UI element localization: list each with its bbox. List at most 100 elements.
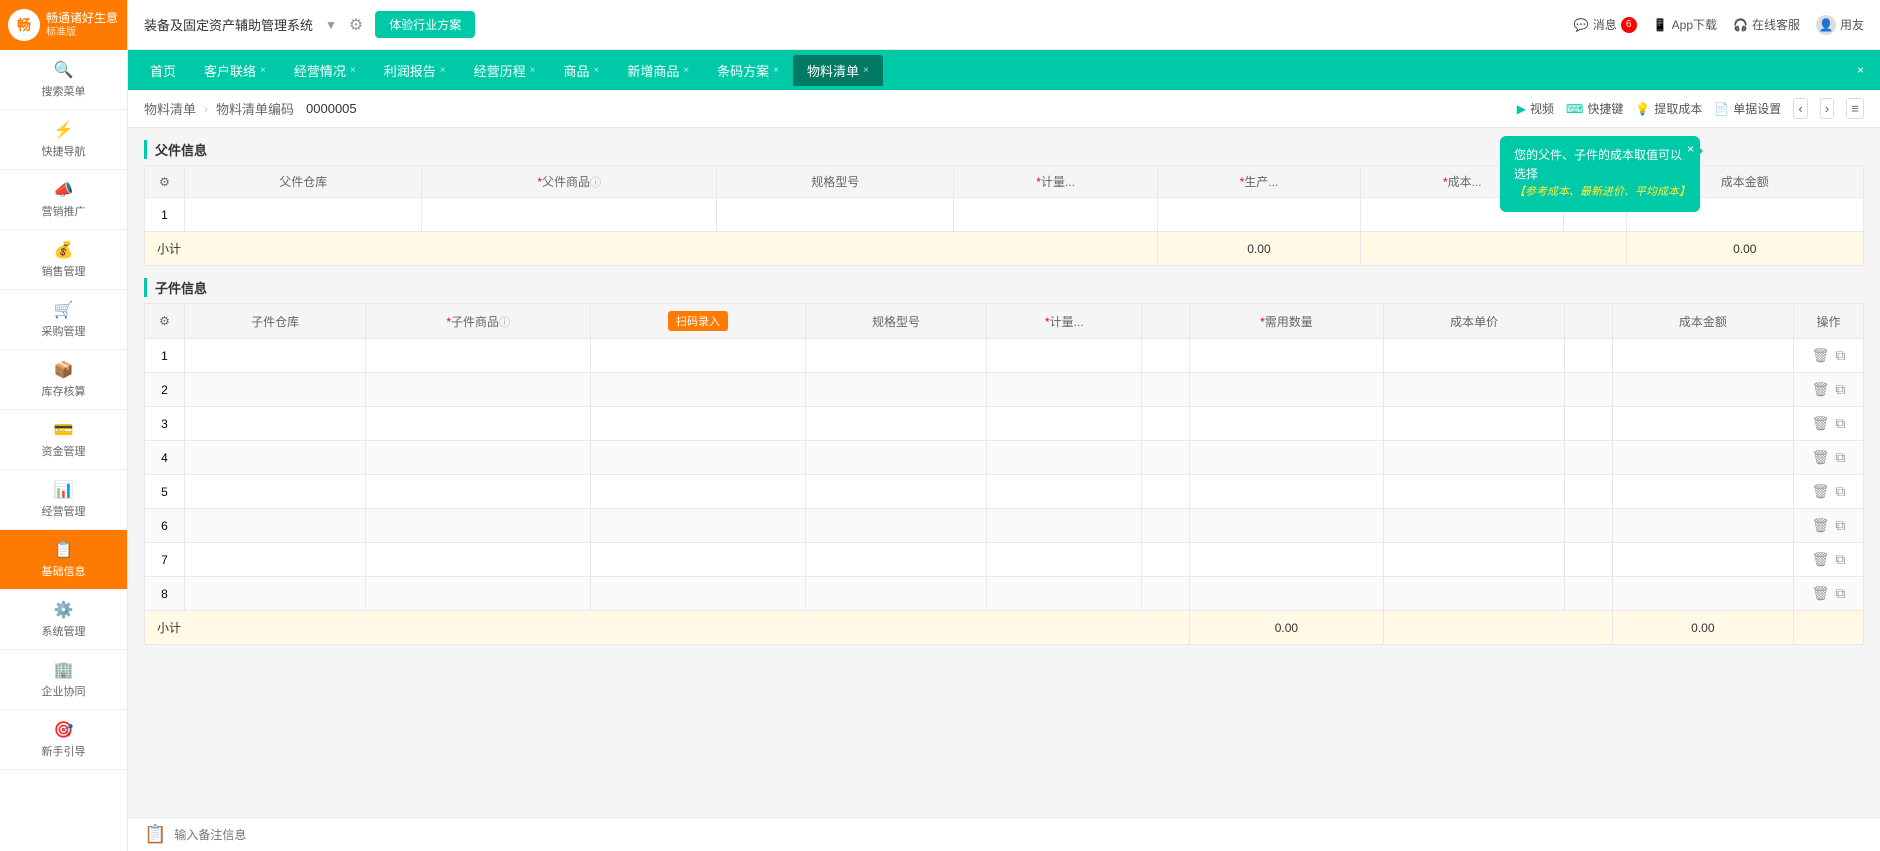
app-download-btn[interactable]: 📱 App下载 — [1653, 16, 1717, 33]
sidebar-item-purchase[interactable]: 🛒采购管理 — [0, 290, 127, 350]
tab-profit[interactable]: 利润报告× — [370, 55, 460, 86]
tab-barcode[interactable]: 条码方案× — [703, 55, 793, 86]
scan-input-btn[interactable]: 扫码录入 — [668, 311, 728, 331]
trial-btn[interactable]: 体验行业方案 — [375, 11, 475, 38]
copy-icon-8[interactable]: ⧉ — [1835, 585, 1845, 601]
copy-icon-3[interactable]: ⧉ — [1835, 415, 1845, 431]
parent-product-info-icon[interactable]: ⓘ — [590, 177, 601, 189]
bottom-icon: 📋 — [144, 824, 166, 845]
child-row-2-unit[interactable] — [987, 373, 1142, 407]
tab-product-close[interactable]: × — [593, 65, 599, 76]
sidebar-item-search[interactable]: 🔍搜索菜单 — [0, 50, 127, 110]
doc-settings-btn[interactable]: 📄单据设置 — [1714, 100, 1781, 117]
video-btn[interactable]: ▶视频 — [1517, 100, 1554, 117]
tab-profit-close[interactable]: × — [440, 65, 446, 76]
top-header: 装备及固定资产辅助管理系统 ▼ ⚙ 体验行业方案 💬 消息 6 📱 App下载 … — [128, 0, 1880, 50]
system-title: 装备及固定资产辅助管理系统 — [144, 15, 313, 34]
tab-product[interactable]: 商品× — [549, 55, 613, 86]
tooltip-close-btn[interactable]: × — [1687, 140, 1694, 159]
tab-operations[interactable]: 经营情况× — [280, 55, 370, 86]
parent-col-settings[interactable]: ⚙ — [145, 166, 185, 198]
child-col-spec: 规格型号 — [805, 304, 986, 339]
parent-row-1-warehouse[interactable] — [185, 198, 422, 232]
sidebar-item-basicinfo[interactable]: 📋基础信息 — [0, 530, 127, 590]
sidebar-item-quicknav[interactable]: ⚡快捷导航 — [0, 110, 127, 170]
copy-icon-6[interactable]: ⧉ — [1835, 517, 1845, 533]
tab-customer-close[interactable]: × — [260, 65, 266, 76]
finance-icon: 💳 — [54, 420, 74, 440]
prev-btn[interactable]: ‹ — [1793, 98, 1807, 119]
copy-icon-4[interactable]: ⧉ — [1835, 449, 1845, 465]
avatar-icon: 👤 — [1816, 15, 1836, 35]
copy-icon-2[interactable]: ⧉ — [1835, 381, 1845, 397]
header-left: 装备及固定资产辅助管理系统 ▼ ⚙ 体验行业方案 — [144, 11, 475, 38]
copy-icon[interactable]: ⧉ — [1835, 347, 1845, 363]
child-col-settings[interactable]: ⚙ — [145, 304, 185, 339]
parent-row-1-unit[interactable] — [954, 198, 1157, 232]
child-row-2-wh[interactable] — [185, 373, 366, 407]
delete-icon-8[interactable]: 🗑 — [1812, 585, 1830, 601]
child-row-1-unit[interactable] — [987, 339, 1142, 373]
tab-history[interactable]: 经营历程× — [460, 55, 550, 86]
sidebar-item-enterprise[interactable]: 🏢企业协同 — [0, 650, 127, 710]
logo: 畅 畅通诸好生意 标准版 — [0, 0, 127, 50]
sidebar: 畅 畅通诸好生意 标准版 🔍搜索菜单 ⚡快捷导航 📣营销推广 💰销售管理 🛒采购… — [0, 0, 128, 851]
tab-bom[interactable]: 物料清单× — [793, 55, 883, 86]
delete-icon[interactable]: 🗑 — [1812, 347, 1830, 363]
delete-icon-6[interactable]: 🗑 — [1812, 517, 1830, 533]
sidebar-item-sales[interactable]: 💰销售管理 — [0, 230, 127, 290]
tab-barcode-close[interactable]: × — [773, 65, 779, 76]
remark-input[interactable] — [174, 828, 1864, 842]
delete-icon-4[interactable]: 🗑 — [1812, 449, 1830, 465]
child-row-1-wh[interactable] — [185, 339, 366, 373]
copy-icon-5[interactable]: ⧉ — [1835, 483, 1845, 499]
child-row-1-qty[interactable] — [1189, 339, 1383, 373]
tab-new-product[interactable]: 新增商品× — [613, 55, 703, 86]
delete-icon-7[interactable]: 🗑 — [1812, 551, 1830, 567]
shortcut-btn[interactable]: ⌨快捷键 — [1566, 100, 1623, 117]
gear-btn[interactable]: ⚙ — [349, 15, 363, 35]
parent-row-1-product[interactable] — [422, 198, 717, 232]
child-row-2-spec[interactable] — [805, 373, 986, 407]
parent-row-1-spec[interactable] — [717, 198, 954, 232]
delete-icon-5[interactable]: 🗑 — [1812, 483, 1830, 499]
breadcrumb-bom-list[interactable]: 物料清单 — [144, 99, 196, 118]
dropdown-icon[interactable]: ▼ — [325, 18, 337, 32]
delete-icon-2[interactable]: 🗑 — [1812, 381, 1830, 397]
tab-bom-close[interactable]: × — [863, 65, 869, 76]
sidebar-item-system[interactable]: ⚙️系统管理 — [0, 590, 127, 650]
tab-history-close[interactable]: × — [530, 65, 536, 76]
copy-icon-7[interactable]: ⧉ — [1835, 551, 1845, 567]
next-btn[interactable]: › — [1820, 98, 1834, 119]
delete-icon-3[interactable]: 🗑 — [1812, 415, 1830, 431]
sidebar-item-marketing[interactable]: 📣营销推广 — [0, 170, 127, 230]
sidebar-item-finance[interactable]: 💳资金管理 — [0, 410, 127, 470]
child-row-1-spec[interactable] — [805, 339, 986, 373]
extract-cost-btn[interactable]: 💡提取成本 — [1635, 100, 1702, 117]
child-row-1-unitcost[interactable] — [1384, 339, 1565, 373]
user-btn[interactable]: 👤 用友 — [1816, 15, 1864, 35]
sidebar-item-guide[interactable]: 🎯新手引导 — [0, 710, 127, 770]
search-icon: 🔍 — [54, 60, 74, 80]
menu-btn[interactable]: ≡ — [1846, 98, 1864, 119]
page-body: × 您的父件、子件的成本取值可以选择 【参考成本、最新进价、平均成本】 父件信息… — [128, 128, 1880, 817]
tab-customer[interactable]: 客户联络× — [190, 55, 280, 86]
child-row-1-product[interactable] — [366, 339, 591, 373]
parent-row-1-produce[interactable] — [1157, 198, 1360, 232]
message-btn[interactable]: 💬 消息 6 — [1574, 16, 1637, 33]
sidebar-item-operations[interactable]: 📊经营管理 — [0, 470, 127, 530]
tab-new-product-close[interactable]: × — [683, 65, 689, 76]
sidebar-item-inventory[interactable]: 📦库存核算 — [0, 350, 127, 410]
parent-subtotal-label: 小计 — [145, 232, 1158, 266]
child-row-2-product[interactable] — [366, 373, 591, 407]
child-col-scan: 扫码录入 — [591, 304, 806, 339]
tab-operations-close[interactable]: × — [350, 65, 356, 76]
child-row-2-qty[interactable] — [1189, 373, 1383, 407]
child-product-info-icon[interactable]: ⓘ — [499, 317, 510, 329]
child-row-2-num: 2 — [145, 373, 185, 407]
enterprise-icon: 🏢 — [54, 660, 74, 680]
online-service-btn[interactable]: 🎧 在线客服 — [1733, 16, 1800, 33]
child-row-2-unitcost[interactable] — [1384, 373, 1565, 407]
tabs-close-btn[interactable]: × — [1849, 59, 1872, 81]
tab-home[interactable]: 首页 — [136, 55, 190, 86]
